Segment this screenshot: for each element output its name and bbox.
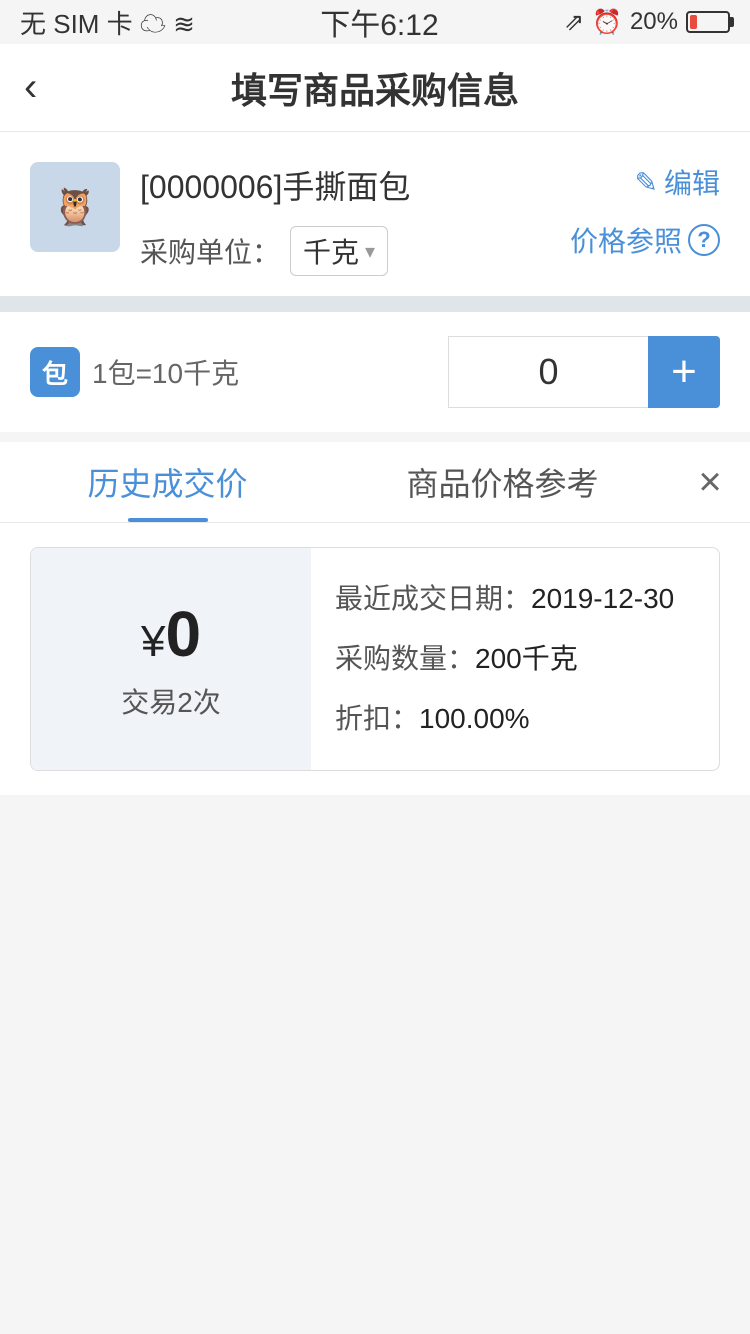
product-left: 🦉 [0000006]手撕面包 采购单位： 千克 ▾: [30, 162, 410, 276]
close-icon: ×: [698, 460, 721, 505]
product-logo-icon: 🦉: [53, 186, 98, 228]
quantity-row: 包 1包=10千克 +: [0, 312, 750, 432]
recent-date-row: 最近成交日期：2019-12-30: [335, 578, 695, 620]
tab-history-price-label: 历史成交价: [87, 459, 247, 505]
product-info: [0000006]手撕面包 采购单位： 千克 ▾: [140, 162, 410, 276]
recent-date-label: 最近成交日期：: [335, 583, 531, 614]
tab-product-price-ref[interactable]: 商品价格参考: [335, 442, 670, 522]
status-right: ⇗ ⏰ 20%: [564, 8, 730, 37]
tab-history-price[interactable]: 历史成交价: [0, 442, 335, 522]
question-icon: ?: [688, 224, 720, 256]
nav-bar: ‹ 填写商品采购信息: [0, 44, 750, 132]
discount-label: 折扣：: [335, 703, 419, 734]
back-button[interactable]: ‹: [24, 65, 37, 110]
discount-value: 100.00%: [419, 703, 530, 734]
price-left-panel: ¥0 交易2次: [31, 548, 311, 770]
unit-badge: 包: [30, 347, 80, 397]
unit-info: 包 1包=10千克: [30, 347, 239, 397]
section-divider: [0, 296, 750, 312]
unit-select[interactable]: 千克 ▾: [290, 226, 388, 276]
alarm-icon: ⏰: [592, 8, 622, 37]
tabs-header: 历史成交价 商品价格参考 ×: [0, 442, 750, 523]
edit-button[interactable]: ✎ 编辑: [635, 162, 720, 202]
product-header: 🦉 [0000006]手撕面包 采购单位： 千克 ▾ ✎ 编辑: [30, 162, 720, 276]
tab-close-button[interactable]: ×: [670, 442, 750, 522]
quantity-plus-button[interactable]: +: [648, 336, 720, 408]
product-name: [0000006]手撕面包: [140, 162, 410, 208]
trade-count: 交易2次: [121, 681, 221, 721]
tabs-container: 历史成交价 商品价格参考 × ¥0 交易2次 最近成交日期：2019-12-30: [0, 442, 750, 795]
price-ref-button[interactable]: 价格参照 ?: [570, 220, 720, 260]
price-right-panel: 最近成交日期：2019-12-30 采购数量：200千克 折扣：100.00%: [311, 548, 719, 770]
price-yen-symbol: ¥: [141, 617, 165, 666]
status-time: 下午6:12: [320, 0, 438, 44]
recent-date-value: 2019-12-30: [531, 583, 674, 614]
unit-desc: 1包=10千克: [92, 352, 239, 392]
location-icon: ⇗: [564, 8, 584, 37]
price-amount: ¥0: [141, 597, 201, 671]
tab-active-indicator: [128, 518, 208, 522]
quantity-input[interactable]: [448, 336, 648, 408]
status-bar: 无 SIM 卡 ☁ ≋ 下午6:12 ⇗ ⏰ 20%: [0, 0, 750, 44]
purchase-qty-value: 200千克: [475, 643, 578, 674]
discount-row: 折扣：100.00%: [335, 698, 695, 740]
purchase-qty-row: 采购数量：200千克: [335, 638, 695, 680]
battery-icon: [686, 11, 730, 33]
status-left: 无 SIM 卡 ☁ ≋: [20, 4, 195, 41]
price-value: 0: [165, 598, 201, 670]
purchase-qty-label: 采购数量：: [335, 643, 475, 674]
purchase-unit-row: 采购单位： 千克 ▾: [140, 226, 410, 276]
product-thumbnail: 🦉: [30, 162, 120, 252]
price-card: ¥0 交易2次 最近成交日期：2019-12-30 采购数量：200千克 折扣：…: [30, 547, 720, 771]
battery-percent: 20%: [630, 8, 678, 36]
history-content: ¥0 交易2次 最近成交日期：2019-12-30 采购数量：200千克 折扣：…: [0, 523, 750, 795]
price-ref-label: 价格参照: [570, 220, 682, 260]
edit-icon: ✎: [635, 166, 658, 199]
product-card: 🦉 [0000006]手撕面包 采购单位： 千克 ▾ ✎ 编辑: [0, 132, 750, 296]
right-actions: ✎ 编辑 价格参照 ?: [570, 162, 720, 260]
tab-product-price-ref-label: 商品价格参考: [406, 459, 598, 505]
dropdown-arrow-icon: ▾: [365, 239, 375, 264]
unit-value: 千克: [303, 231, 359, 271]
plus-icon: +: [671, 350, 697, 394]
purchase-unit-label: 采购单位：: [140, 231, 280, 271]
quantity-control: +: [448, 336, 720, 408]
page-title: 填写商品采购信息: [231, 62, 519, 114]
